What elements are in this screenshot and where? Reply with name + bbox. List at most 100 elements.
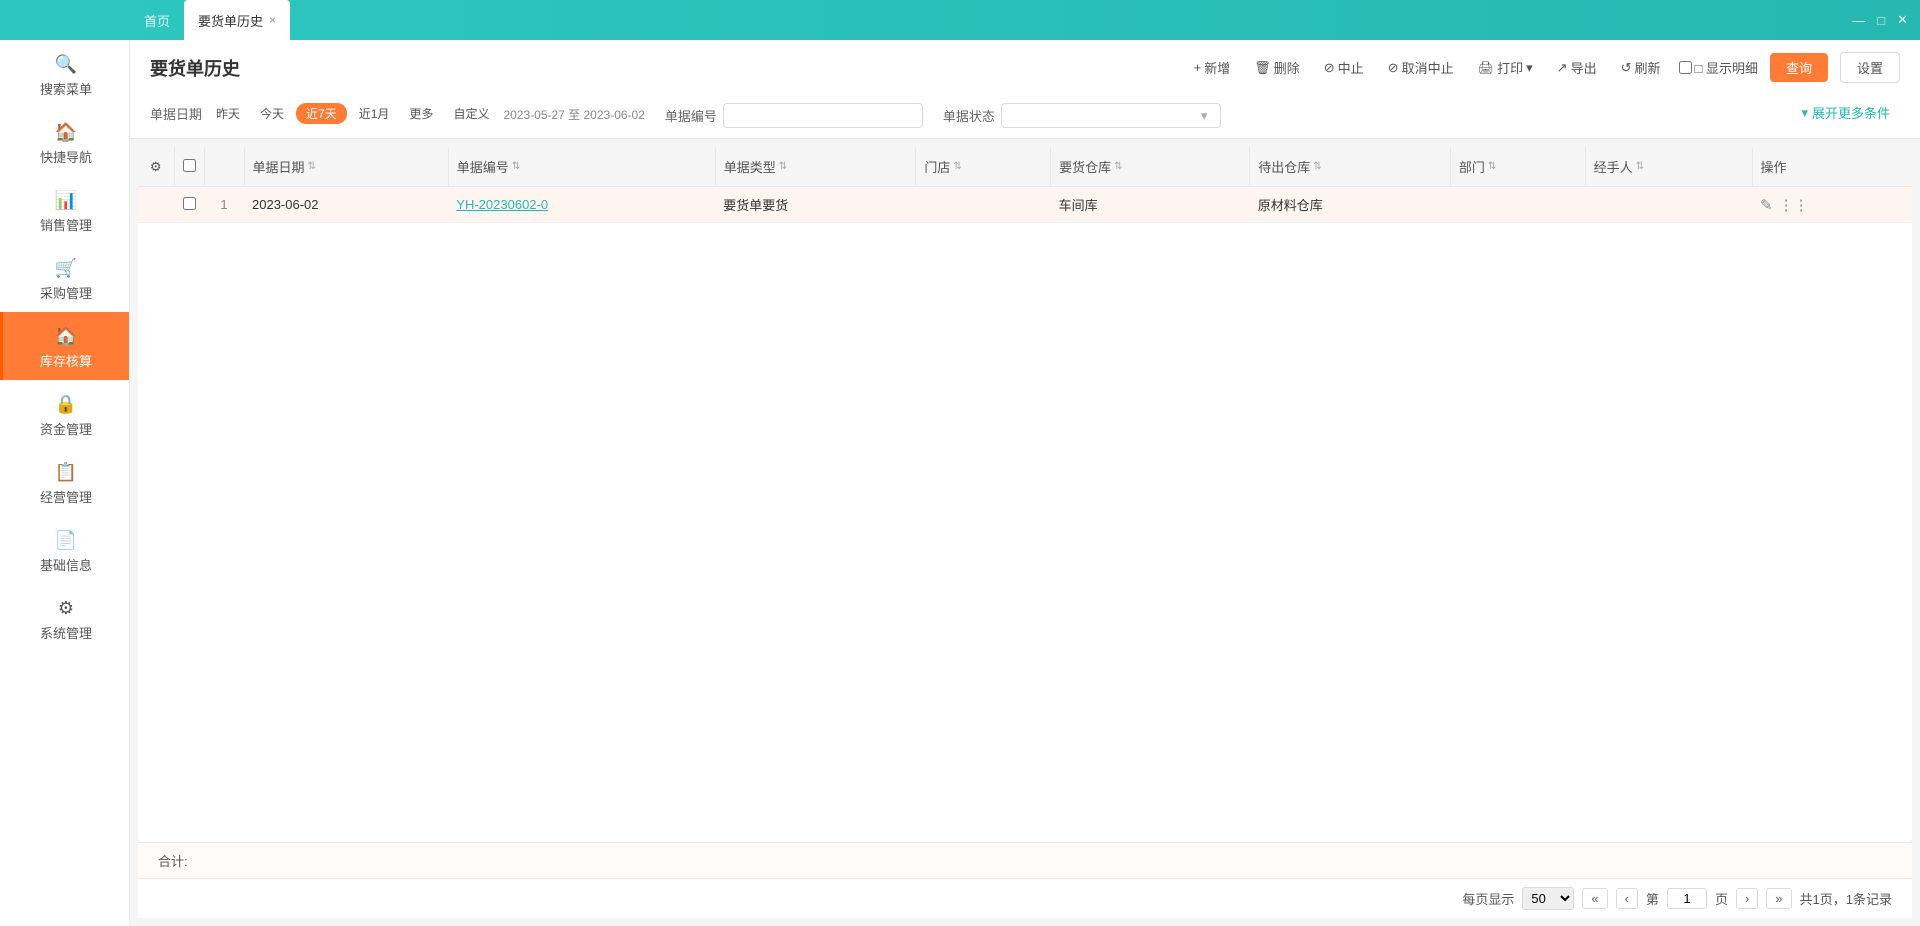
delete-label: 删除 bbox=[1274, 58, 1300, 77]
sort-dept[interactable]: 部门 ⇅ bbox=[1459, 157, 1577, 176]
select-all-checkbox[interactable] bbox=[183, 159, 196, 172]
page-header: 要货单历史 + 新增 🗑 删除 ⊘ 中止 ⊘ bbox=[130, 40, 1920, 139]
inventory-icon: 🏠 bbox=[55, 326, 77, 347]
date-filter-group: 单据日期 昨天 今天 近7天 近1月 更多 自定义 2023-05-27 至 2… bbox=[150, 103, 645, 124]
cancel-stop-button[interactable]: ⊘ 取消中止 bbox=[1382, 56, 1460, 79]
close-tab-icon[interactable]: × bbox=[269, 13, 276, 27]
stop-button[interactable]: ⊘ 中止 bbox=[1318, 56, 1370, 79]
th-req-warehouse[interactable]: 要货仓库 ⇅ bbox=[1051, 147, 1250, 187]
date-filter-label: 单据日期 bbox=[150, 104, 202, 123]
th-actions-label: 操作 bbox=[1761, 160, 1787, 175]
td-settings bbox=[138, 187, 174, 223]
th-req-warehouse-label: 要货仓库 bbox=[1059, 157, 1111, 176]
column-settings-icon[interactable]: ⚙ bbox=[150, 159, 162, 174]
refresh-button[interactable]: ↺ 刷新 bbox=[1615, 56, 1667, 79]
last-page-button[interactable]: » bbox=[1766, 888, 1791, 909]
export-label: 导出 bbox=[1571, 58, 1597, 77]
main-layout: 🔍 搜索菜单 🏠 快捷导航 📊 销售管理 🛒 采购管理 🏠 库存核算 🔒 资金管… bbox=[0, 40, 1920, 926]
print-button[interactable]: 🖨 打印 ▾ bbox=[1472, 56, 1539, 79]
sidebar-item-search-menu[interactable]: 🔍 搜索菜单 bbox=[0, 40, 129, 108]
window-close-icon[interactable]: ✕ bbox=[1897, 12, 1908, 28]
date-option-today[interactable]: 今天 bbox=[252, 103, 292, 124]
toolbar: + 新增 🗑 删除 ⊘ 中止 ⊘ 取消中止 bbox=[1188, 52, 1900, 83]
cancel-stop-label: 取消中止 bbox=[1402, 58, 1454, 77]
sidebar-item-inventory[interactable]: 🏠 库存核算 bbox=[0, 312, 129, 380]
status-input[interactable] bbox=[1001, 103, 1221, 128]
per-page-select[interactable]: 50 10 20 100 bbox=[1522, 887, 1574, 910]
sort-bill-type[interactable]: 单据类型 ⇅ bbox=[724, 157, 908, 176]
search-menu-icon: 🔍 bbox=[55, 54, 77, 75]
page-label: 第 bbox=[1646, 889, 1659, 908]
query-button[interactable]: 查询 bbox=[1770, 53, 1828, 82]
export-button[interactable]: ↗ 导出 bbox=[1551, 56, 1603, 79]
th-dept[interactable]: 部门 ⇅ bbox=[1450, 147, 1585, 187]
bill-no-label: 单据编号 bbox=[665, 106, 717, 125]
th-store[interactable]: 门店 ⇅ bbox=[916, 147, 1051, 187]
row-edit-icon[interactable]: ✎ bbox=[1760, 196, 1773, 214]
table-row[interactable]: 1 2023-06-02 YH-20230602-0 要货单要货 车间库 原材料… bbox=[138, 187, 1912, 223]
page-number-input[interactable] bbox=[1667, 888, 1707, 909]
tab-requisition-history[interactable]: 要货单历史 × bbox=[184, 0, 290, 40]
date-option-1month[interactable]: 近1月 bbox=[351, 103, 398, 124]
date-option-7days[interactable]: 近7天 bbox=[296, 103, 347, 124]
th-bill-no[interactable]: 单据编号 ⇅ bbox=[448, 147, 715, 187]
page-title: 要货单历史 bbox=[150, 55, 240, 81]
window-maximize-icon[interactable]: □ bbox=[1877, 13, 1885, 28]
th-bill-type[interactable]: 单据类型 ⇅ bbox=[715, 147, 916, 187]
settings-button[interactable]: 设置 bbox=[1840, 52, 1900, 83]
expand-more-button[interactable]: ▾ 展开更多条件 bbox=[1801, 103, 1900, 130]
first-page-button[interactable]: « bbox=[1582, 888, 1607, 909]
sidebar-item-sales[interactable]: 📊 销售管理 bbox=[0, 176, 129, 244]
row-more-icon[interactable]: ⋮⋮ bbox=[1779, 196, 1809, 214]
sidebar-item-finance[interactable]: 🔒 资金管理 bbox=[0, 380, 129, 448]
finance-icon: 🔒 bbox=[55, 394, 77, 415]
prev-page-button[interactable]: ‹ bbox=[1616, 888, 1638, 909]
row-checkbox[interactable] bbox=[183, 197, 196, 210]
sort-handler[interactable]: 经手人 ⇅ bbox=[1594, 157, 1744, 176]
table-area: ⚙ 单据日期 ⇅ bbox=[138, 147, 1912, 842]
sidebar-item-finance-label: 资金管理 bbox=[40, 419, 92, 438]
new-label: 新增 bbox=[1204, 58, 1230, 77]
th-pending-warehouse[interactable]: 待出仓库 ⇅ bbox=[1250, 147, 1451, 187]
td-store bbox=[916, 187, 1051, 223]
td-req-warehouse: 车间库 bbox=[1051, 187, 1250, 223]
status-dropdown-icon[interactable]: ▾ bbox=[1201, 108, 1208, 124]
print-dropdown-icon: ▾ bbox=[1526, 60, 1533, 76]
sort-pending-warehouse[interactable]: 待出仓库 ⇅ bbox=[1258, 157, 1442, 176]
total-info: 共1页，1条记录 bbox=[1800, 889, 1892, 908]
sidebar-item-quick-nav[interactable]: 🏠 快捷导航 bbox=[0, 108, 129, 176]
tab-home[interactable]: 首页 bbox=[130, 0, 184, 40]
bill-no-link[interactable]: YH-20230602-0 bbox=[456, 197, 548, 212]
date-option-custom[interactable]: 自定义 bbox=[445, 103, 497, 124]
next-page-button[interactable]: › bbox=[1736, 888, 1758, 909]
date-option-yesterday[interactable]: 昨天 bbox=[208, 103, 248, 124]
date-option-more[interactable]: 更多 bbox=[401, 103, 441, 124]
sort-pending-warehouse-icon: ⇅ bbox=[1313, 161, 1321, 172]
pagination-bar: 每页显示 50 10 20 100 « ‹ 第 页 › » 共1页，1条记录 bbox=[138, 878, 1912, 918]
th-settings[interactable]: ⚙ bbox=[138, 147, 174, 187]
sort-store[interactable]: 门店 ⇅ bbox=[924, 157, 1042, 176]
sort-req-warehouse[interactable]: 要货仓库 ⇅ bbox=[1059, 157, 1241, 176]
sidebar-item-operation[interactable]: 📋 经营管理 bbox=[0, 448, 129, 516]
display-detail-checkbox[interactable]: □ 显示明细 bbox=[1679, 58, 1758, 77]
td-dept bbox=[1450, 187, 1585, 223]
delete-button[interactable]: 🗑 删除 bbox=[1248, 56, 1306, 79]
sort-bill-no[interactable]: 单据编号 ⇅ bbox=[457, 157, 707, 176]
window-minimize-icon[interactable]: — bbox=[1852, 13, 1865, 28]
sort-handler-icon: ⇅ bbox=[1636, 161, 1644, 172]
th-date[interactable]: 单据日期 ⇅ bbox=[244, 147, 448, 187]
display-detail-check[interactable] bbox=[1679, 61, 1692, 74]
sidebar-item-system[interactable]: ⚙ 系统管理 bbox=[0, 584, 129, 652]
td-bill-no: YH-20230602-0 bbox=[448, 187, 715, 223]
sidebar-item-sales-label: 销售管理 bbox=[40, 215, 92, 234]
cancel-stop-icon: ⊘ bbox=[1388, 60, 1399, 76]
th-handler[interactable]: 经手人 ⇅ bbox=[1585, 147, 1752, 187]
sidebar-item-purchase[interactable]: 🛒 采购管理 bbox=[0, 244, 129, 312]
td-actions: ✎ ⋮⋮ bbox=[1752, 187, 1912, 223]
th-checkbox bbox=[174, 147, 204, 187]
bill-no-input[interactable] bbox=[723, 103, 923, 128]
sort-date[interactable]: 单据日期 ⇅ bbox=[253, 157, 440, 176]
new-button[interactable]: + 新增 bbox=[1188, 56, 1237, 79]
sidebar-item-basic-info[interactable]: 📄 基础信息 bbox=[0, 516, 129, 584]
expand-more-label: 展开更多条件 bbox=[1812, 103, 1890, 122]
